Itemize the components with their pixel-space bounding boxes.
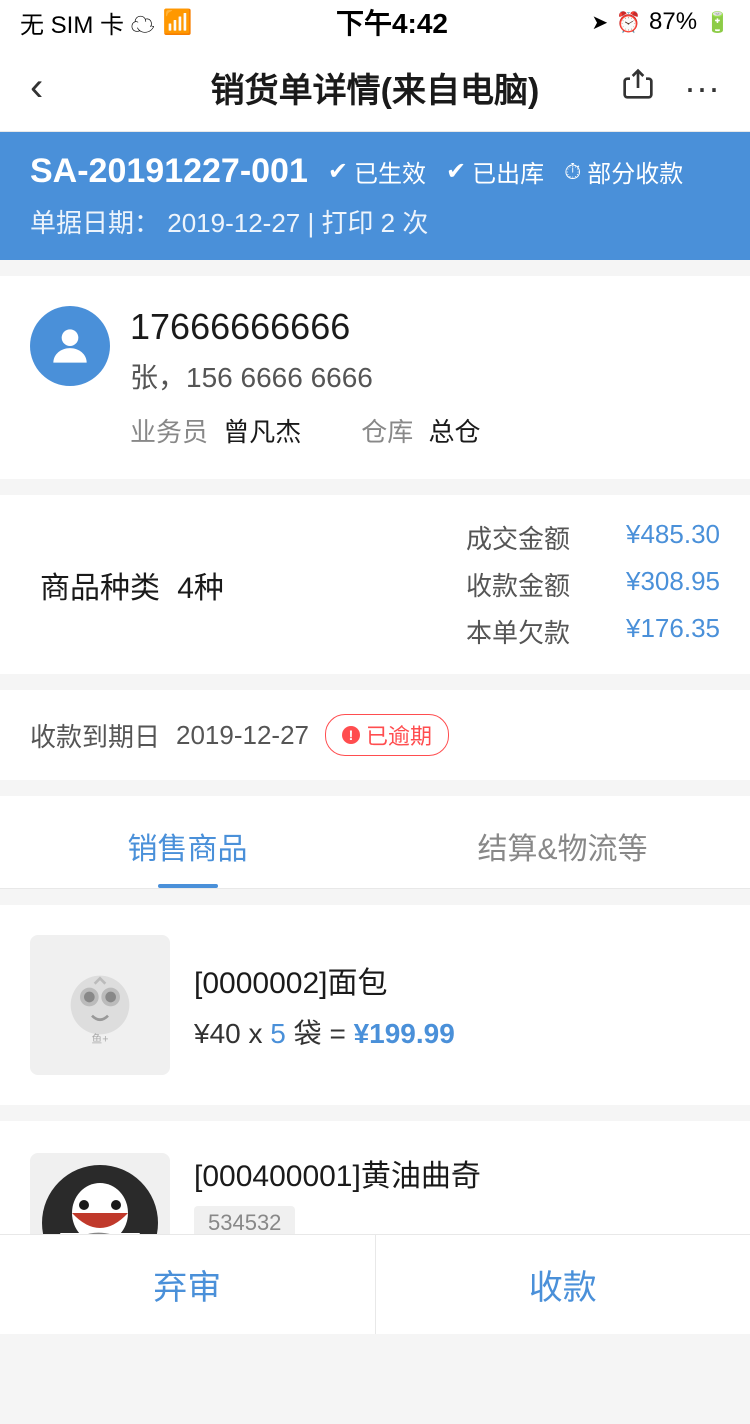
product-name-2: [000400001]黄油曲奇 xyxy=(194,1151,720,1195)
avatar xyxy=(30,306,110,386)
debt-value: ¥176.35 xyxy=(590,613,720,650)
confirm-button[interactable]: 收款 xyxy=(376,1235,750,1334)
customer-name-phone: 张，156 6666 6666 xyxy=(130,356,720,396)
order-id: SA-20191227-001 xyxy=(30,152,308,191)
back-button[interactable]: ‹ xyxy=(30,65,63,110)
tab-sales-goods[interactable]: 销售商品 xyxy=(0,796,375,888)
due-label: 收款到期日 xyxy=(30,717,160,754)
amount-row: 成交金额 ¥485.30 xyxy=(466,519,720,556)
overdue-text: 已逾期 xyxy=(366,719,432,751)
type-label: 商品种类 xyxy=(40,572,160,605)
battery-text: 87% xyxy=(649,8,697,36)
svg-text:鱼+: 鱼+ xyxy=(92,1032,109,1045)
received-label: 收款金额 xyxy=(466,566,570,603)
status-effective: ✔ 已生效 xyxy=(328,154,426,189)
sales-value: 曾凡杰 xyxy=(223,417,301,447)
nav-actions: ··· xyxy=(622,67,720,109)
sales-label: 业务员 xyxy=(130,417,208,447)
status-partial: ⏱ 部分收款 xyxy=(564,154,683,189)
warehouse-info: 仓库 总仓 xyxy=(361,412,480,449)
unit-1: 袋 xyxy=(294,1018,322,1049)
share-icon[interactable] xyxy=(622,67,654,109)
battery-icon: 🔋 xyxy=(705,10,730,35)
product-item: 鱼+ [0000002]面包 ¥40 x 5 袋 = ¥199.99 xyxy=(0,905,750,1105)
product-price-1: ¥40 x 5 袋 = ¥199.99 xyxy=(194,1012,720,1052)
customer-section: 17666666666 张，156 6666 6666 业务员 曾凡杰 仓库 总… xyxy=(0,276,750,479)
price-1: ¥40 xyxy=(194,1018,241,1049)
overdue-badge: ! 已逾期 xyxy=(325,714,449,756)
customer-id: 17666666666 xyxy=(130,306,720,348)
order-header: SA-20191227-001 ✔ 已生效 ✔ 已出库 ⏱ 部分收款 单据日期：… xyxy=(0,132,750,260)
received-row: 收款金额 ¥308.95 xyxy=(466,566,720,603)
status-time: 下午4:42 xyxy=(336,2,448,42)
status-shipped: ✔ 已出库 xyxy=(446,154,544,189)
product-details-1: [0000002]面包 ¥40 x 5 袋 = ¥199.99 xyxy=(194,958,720,1052)
debt-label: 本单欠款 xyxy=(466,613,570,650)
alarm-icon: ⏰ xyxy=(616,10,641,35)
type-value: 4种 xyxy=(177,572,224,605)
amount-label: 成交金额 xyxy=(466,519,570,556)
product-image-1: 鱼+ xyxy=(30,935,170,1075)
tab-settlement[interactable]: 结算&物流等 xyxy=(375,796,750,888)
debt-row: 本单欠款 ¥176.35 xyxy=(466,613,720,650)
status-right: ➤ ⏰ 87% 🔋 xyxy=(591,8,730,36)
cancel-button[interactable]: 弃审 xyxy=(0,1235,376,1334)
total-1: ¥199.99 xyxy=(354,1018,455,1049)
page-title: 销货单详情(来自电脑) xyxy=(211,63,540,112)
nav-bar: ‹ 销货单详情(来自电脑) ··· xyxy=(0,44,750,132)
sales-info: 业务员 曾凡杰 xyxy=(130,412,301,449)
due-date: 2019-12-27 xyxy=(176,720,309,751)
customer-meta: 业务员 曾凡杰 仓库 总仓 xyxy=(130,412,720,449)
product-name-1: [0000002]面包 xyxy=(194,958,720,1002)
more-icon[interactable]: ··· xyxy=(684,67,720,109)
amount-info: 成交金额 ¥485.30 收款金额 ¥308.95 本单欠款 ¥176.35 xyxy=(466,519,720,650)
tab-bar: 销售商品 结算&物流等 xyxy=(0,796,750,889)
due-section: 收款到期日 2019-12-27 ! 已逾期 xyxy=(0,690,750,780)
bottom-bar: 弃审 收款 xyxy=(0,1234,750,1334)
received-value: ¥308.95 xyxy=(590,566,720,603)
location-icon: ➤ xyxy=(591,10,608,35)
product-type-info: 商品种类 4种 xyxy=(30,563,224,607)
wifi-icon: 📶 xyxy=(163,8,193,37)
order-date-info: 单据日期： 2019-12-27 | 打印 2 次 xyxy=(30,203,720,240)
customer-info: 17666666666 张，156 6666 6666 业务员 曾凡杰 仓库 总… xyxy=(130,306,720,449)
status-left: 无 SIM 卡 ☁ 📶 xyxy=(20,5,193,40)
sim-label: 无 SIM 卡 ☁ xyxy=(20,5,155,40)
warehouse-value: 总仓 xyxy=(429,417,481,447)
warehouse-label: 仓库 xyxy=(361,417,413,447)
stats-section: 商品种类 4种 成交金额 ¥485.30 收款金额 ¥308.95 本单欠款 ¥… xyxy=(0,495,750,674)
overdue-dot-icon: ! xyxy=(342,726,360,744)
qty-1: 5 xyxy=(270,1018,286,1049)
amount-value: ¥485.30 xyxy=(590,519,720,556)
status-bar: 无 SIM 卡 ☁ 📶 下午4:42 ➤ ⏰ 87% 🔋 xyxy=(0,0,750,44)
